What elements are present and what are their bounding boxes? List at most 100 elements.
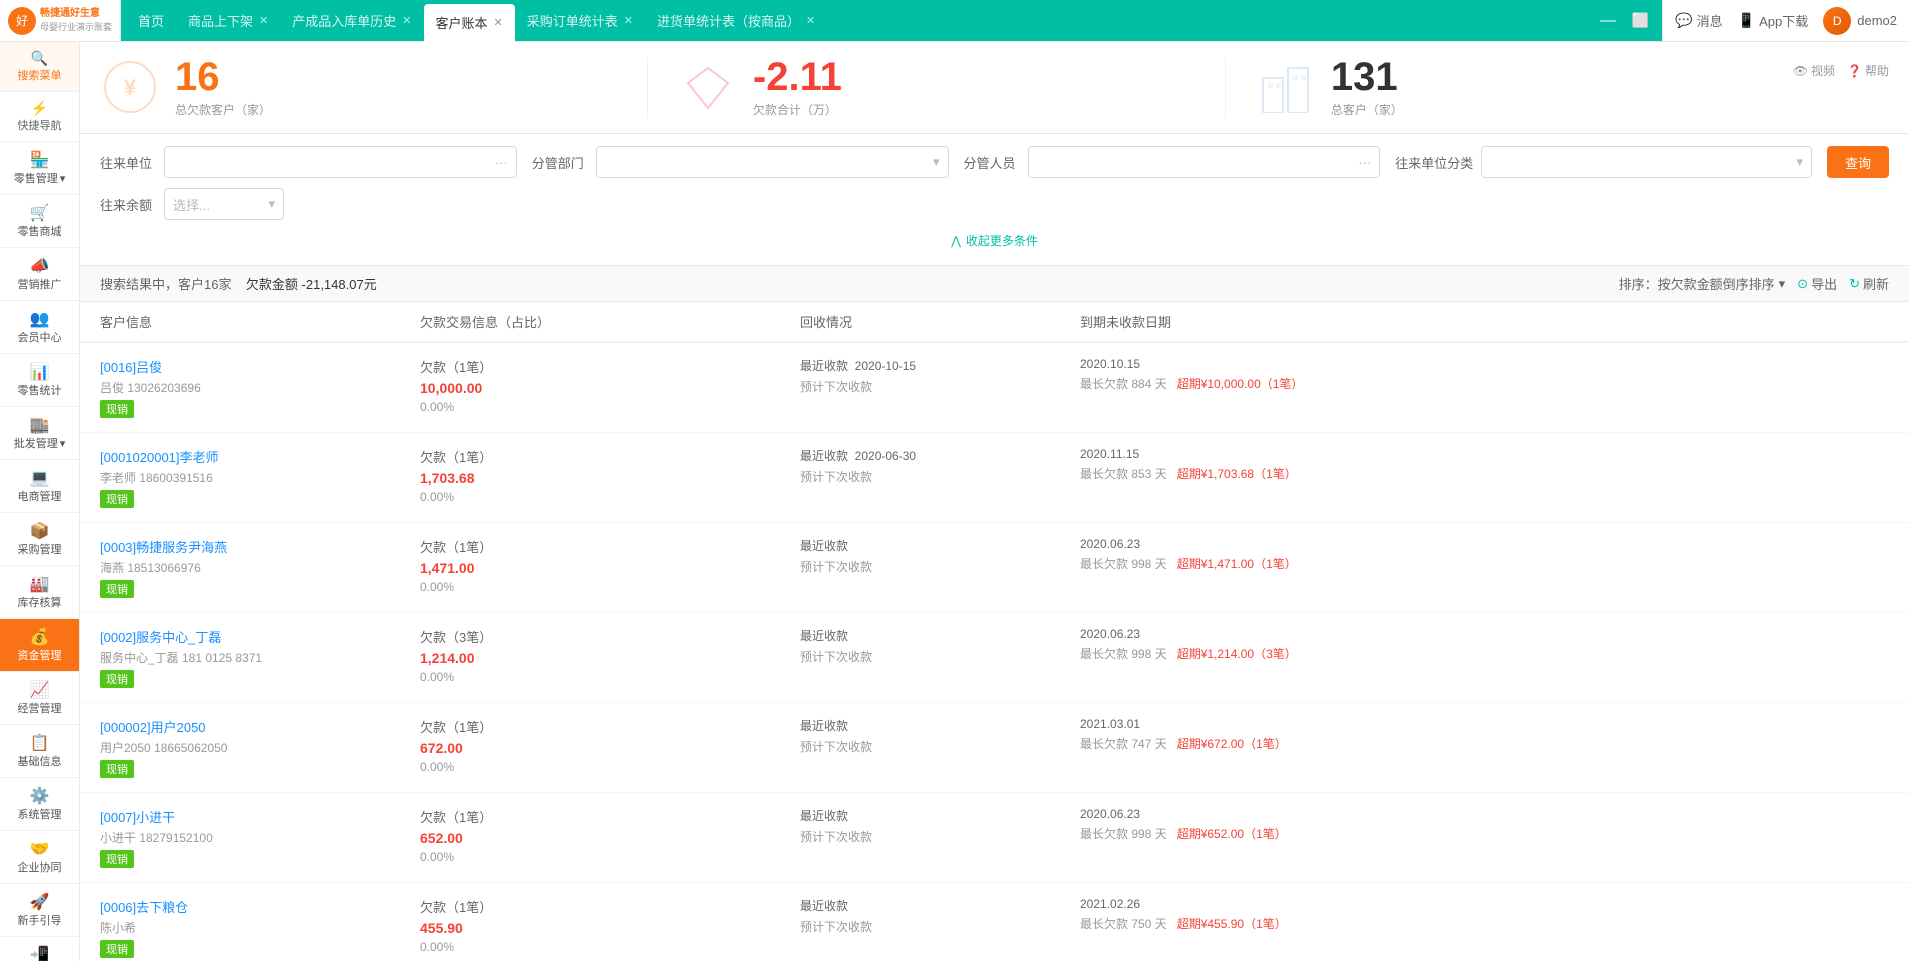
filter-row-2: 往来余额 选择... ▾ [100, 188, 1889, 220]
table-row: [0001020001]李老师 李老师 18600391516 现销 欠款（1笔… [80, 433, 1909, 523]
username: demo2 [1857, 13, 1897, 28]
filter-row-1: 往来单位 ··· 分管部门 ▾ 分管人员 ··· 往来单位分类 ▾ 查询 [100, 146, 1889, 178]
overdue-link[interactable]: 超期¥1,214.00（3笔） [1177, 647, 1297, 661]
unit-type-select[interactable]: ▾ [1481, 146, 1812, 178]
customer-name[interactable]: [0006]去下粮仓 [100, 897, 420, 916]
sidebar-item-retail-mall[interactable]: 🛒 零售商城 [0, 195, 79, 248]
overdue-info: 最长欠款 747 天 超期¥672.00（1笔） [1080, 735, 1889, 752]
search-label: 搜索菜单 [5, 67, 74, 83]
sidebar-item-guide[interactable]: 🚀 新手引导 [0, 884, 79, 937]
sidebar-item-member[interactable]: 👥 会员中心 [0, 301, 79, 354]
sidebar-item-wholesale[interactable]: 🏬 批发管理▾ [0, 407, 79, 460]
next-collection: 预计下次收款 [800, 468, 1080, 485]
sidebar-item-marketing[interactable]: 📣 营销推广 [0, 248, 79, 301]
table-body: [0016]吕俊 吕俊 13026203696 现销 欠款（1笔） 10,000… [80, 343, 1909, 961]
sidebar-item-operations[interactable]: 📈 经营管理 [0, 672, 79, 725]
overdue-info: 最长欠款 750 天 超期¥455.90（1笔） [1080, 915, 1889, 932]
sidebar-item-retail-mgmt[interactable]: 🏪 零售管理▾ [0, 142, 79, 195]
balance-select[interactable]: 选择... ▾ [164, 188, 284, 220]
overdue-days-text: 最长欠款 884 天 [1080, 377, 1173, 391]
next-collection: 预计下次收款 [800, 558, 1080, 575]
window-minimize[interactable]: — [1592, 12, 1624, 30]
member-icon: 👥 [5, 309, 74, 329]
overdue-link[interactable]: 超期¥455.90（1笔） [1177, 917, 1287, 931]
customer-name[interactable]: [0007]小进干 [100, 807, 420, 826]
last-collection: 最近收款 [800, 807, 1080, 824]
customer-phone: 小进干 18279152100 [100, 829, 420, 846]
customer-name[interactable]: [0002]服务中心_丁磊 [100, 627, 420, 646]
debt-amount: 1,471.00 [420, 560, 800, 576]
customer-name[interactable]: [0016]吕俊 [100, 357, 420, 376]
tab-item[interactable]: 进货单统计表（按商品） ✕ [645, 0, 827, 42]
help-btn[interactable]: ❓ 帮助 [1847, 62, 1889, 79]
basic-icon: 📋 [5, 733, 74, 753]
recovery-cell: 最近收款 预计下次收款 [800, 627, 1080, 665]
overdue-date: 2020.06.23 [1080, 807, 1889, 821]
collapse-row[interactable]: ⋀ 收起更多条件 [100, 228, 1889, 253]
overdue-link[interactable]: 超期¥1,471.00（1笔） [1177, 557, 1297, 571]
overdue-link[interactable]: 超期¥672.00（1笔） [1177, 737, 1287, 751]
sidebar-item-ecommerce[interactable]: 💻 电商管理 [0, 460, 79, 513]
sidebar-item-system[interactable]: ⚙️ 系统管理 [0, 778, 79, 831]
tab-close-icon[interactable]: ✕ [806, 14, 815, 27]
export-btn[interactable]: ⊙ 导出 [1797, 274, 1837, 293]
sort-selector[interactable]: 排序：按欠款金额倒序排序 ▾ [1619, 274, 1786, 293]
customer-phone: 吕俊 13026203696 [100, 379, 420, 396]
person-input[interactable]: ··· [1028, 146, 1381, 178]
message-btn[interactable]: 💬 消息 [1675, 11, 1722, 30]
sidebar-item-collab[interactable]: 🤝 企业协同 [0, 831, 79, 884]
customer-phone: 海燕 18513066976 [100, 559, 420, 576]
building-icon [1256, 58, 1316, 118]
overdue-info: 最长欠款 998 天 超期¥652.00（1笔） [1080, 825, 1889, 842]
col-customer-info: 客户信息 [100, 312, 420, 331]
window-maximize[interactable]: ⬜ [1624, 12, 1657, 29]
help-icon: ❓ [1847, 64, 1862, 78]
filter-balance: 往来余额 选择... ▾ [100, 188, 284, 220]
sidebar-item-appcenter[interactable]: 📲 应用中心 [0, 937, 79, 961]
recovery-cell: 最近收款 预计下次收款 [800, 807, 1080, 845]
dept-select[interactable]: ▾ [596, 146, 949, 178]
overdue-link[interactable]: 超期¥652.00（1笔） [1177, 827, 1287, 841]
sidebar-item-inventory[interactable]: 🏭 库存核算 [0, 566, 79, 619]
debt-customers-label: 总欠款客户（家） [175, 101, 271, 118]
sort-label-text: 排序：按欠款金额倒序排序 [1619, 274, 1775, 293]
overdue-link[interactable]: 超期¥10,000.00（1笔） [1177, 377, 1304, 391]
tab-close-icon[interactable]: ✕ [259, 14, 268, 27]
overdue-link[interactable]: 超期¥1,703.68（1笔） [1177, 467, 1297, 481]
sidebar-item-quick[interactable]: ⚡ 快捷导航 [0, 92, 79, 142]
tab-close-icon[interactable]: ✕ [402, 14, 411, 27]
tab-item[interactable]: 产成品入库单历史 ✕ [280, 0, 423, 42]
sidebar-item-finance[interactable]: 💰 资金管理 [0, 619, 79, 672]
unit-type-label: 往来单位分类 [1395, 153, 1473, 172]
debt-percent: 0.00% [420, 490, 800, 504]
sidebar-item-purchase[interactable]: 📦 采购管理 [0, 513, 79, 566]
overdue-date: 2020.06.23 [1080, 537, 1889, 551]
tab-item[interactable]: 采购订单统计表 ✕ [515, 0, 645, 42]
app-download-btn[interactable]: 📱 App下载 [1738, 11, 1809, 30]
customer-name[interactable]: [0003]畅捷服务尹海燕 [100, 537, 420, 556]
overdue-date: 2021.02.26 [1080, 897, 1889, 911]
col-overdue-date: 到期未收款日期 [1080, 312, 1889, 331]
customer-name[interactable]: [000002]用户2050 [100, 717, 420, 736]
from-unit-input[interactable]: ··· [164, 146, 517, 178]
tab-close-icon[interactable]: ✕ [624, 14, 633, 27]
customer-info-cell: [000002]用户2050 用户2050 18665062050 现销 [100, 717, 420, 778]
debt-amount: 10,000.00 [420, 380, 800, 396]
top-right-area: 💬 消息 📱 App下载 D demo2 [1662, 0, 1909, 41]
result-text: 搜索结果中，客户16家 欠款金额 -21,148.07元 [100, 274, 377, 293]
tab-item[interactable]: 商品上下架 ✕ [176, 0, 280, 42]
tab-home[interactable]: 首页 [126, 0, 176, 42]
tab-active[interactable]: 客户账本 ✕ [424, 4, 515, 42]
sidebar-search[interactable]: 🔍 搜索菜单 [0, 42, 79, 92]
refresh-btn[interactable]: ↻ 刷新 [1849, 274, 1889, 293]
sidebar-item-basic[interactable]: 📋 基础信息 [0, 725, 79, 778]
user-avatar[interactable]: D demo2 [1823, 7, 1897, 35]
customer-name[interactable]: [0001020001]李老师 [100, 447, 420, 466]
tab-bar: 首页 商品上下架 ✕ 产成品入库单历史 ✕ 客户账本 ✕ 采购订单统计表 ✕ 进… [121, 0, 1662, 41]
search-button[interactable]: 查询 [1827, 146, 1889, 178]
tab-close-icon[interactable]: ✕ [494, 16, 503, 29]
sidebar-item-retail-stats[interactable]: 📊 零售统计 [0, 354, 79, 407]
view-btn[interactable]: 👁 视频 [1793, 62, 1835, 79]
col-debt-info: 欠款交易信息（占比） [420, 312, 800, 331]
debt-info-cell: 欠款（1笔） 652.00 0.00% [420, 807, 800, 864]
